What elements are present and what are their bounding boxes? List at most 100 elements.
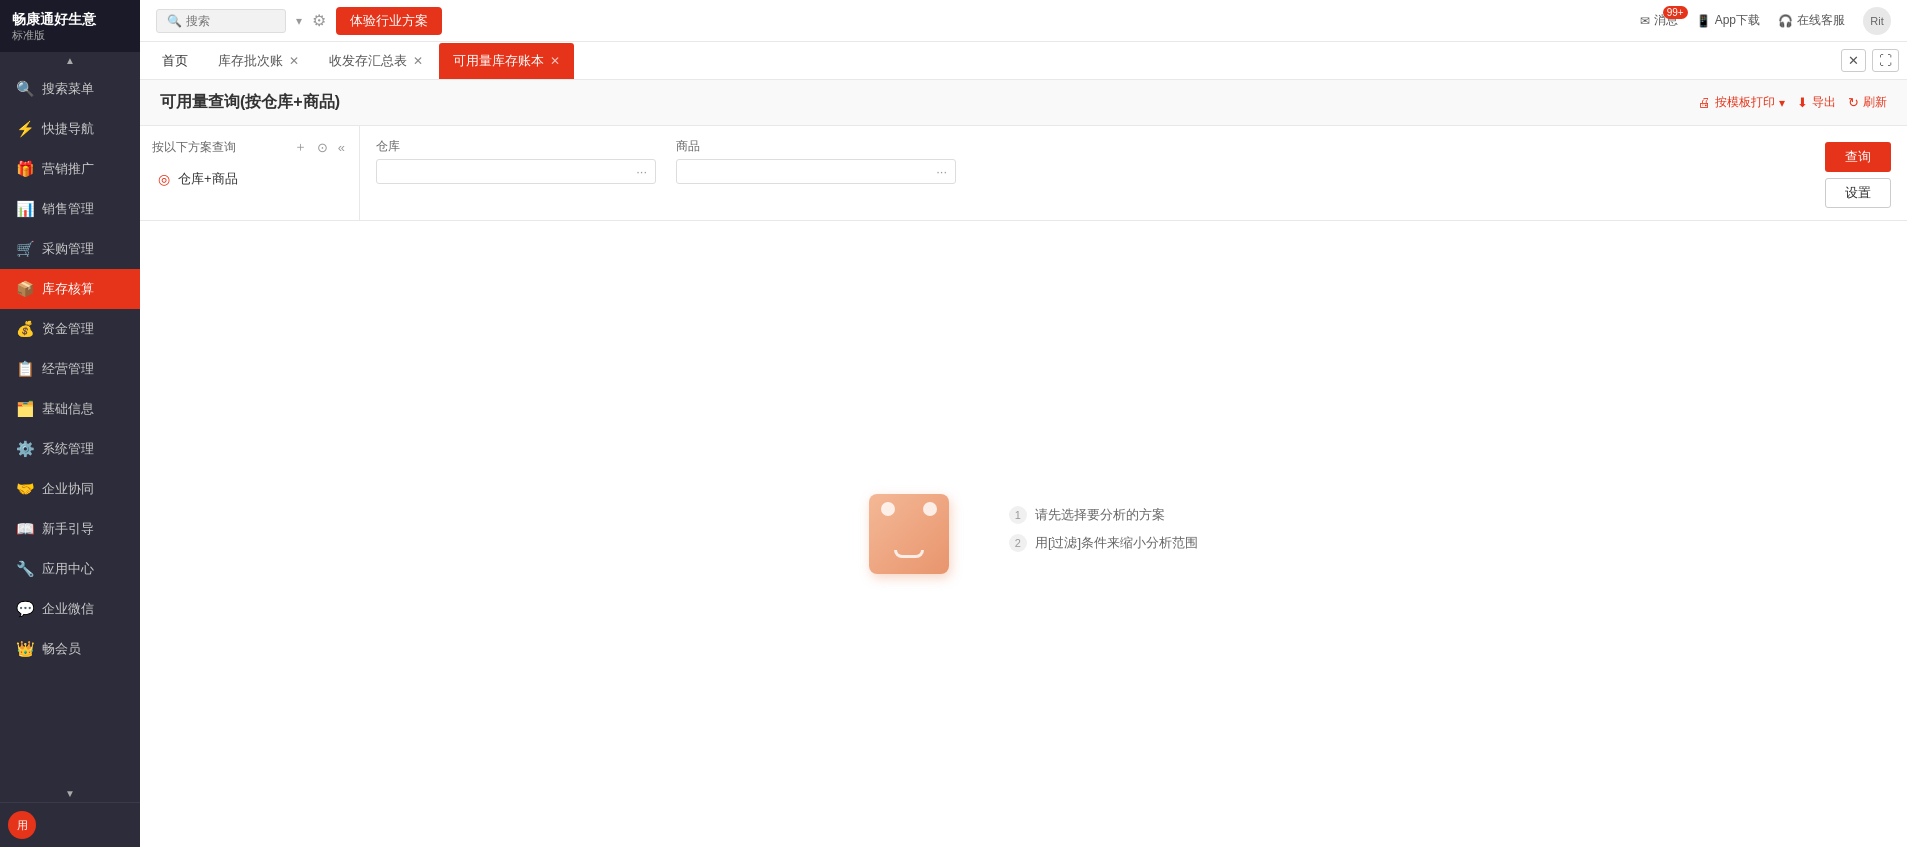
- scheme-item-label: 仓库+商品: [178, 170, 238, 188]
- app-name: 畅康通好生意: [12, 10, 128, 28]
- page-header: 可用量查询(按仓库+商品) 🖨 按模板打印 ▾ ⬇ 导出 ↻ 刷新: [140, 80, 1907, 126]
- tab-home[interactable]: 首页: [148, 43, 202, 79]
- online-service-btn[interactable]: 🎧 在线客服: [1778, 12, 1845, 29]
- hint-num-2: 2: [1009, 534, 1027, 552]
- user-avatar-btn[interactable]: Rit: [1863, 7, 1891, 35]
- export-btn[interactable]: ⬇ 导出: [1797, 94, 1836, 111]
- print-btn[interactable]: 🖨 按模板打印 ▾: [1698, 94, 1785, 111]
- sidebar-scroll-down-btn[interactable]: ▼: [0, 785, 140, 802]
- empty-illustration: [849, 474, 969, 594]
- search-input[interactable]: [186, 14, 275, 28]
- query-action-buttons: 查询 设置: [1825, 138, 1891, 208]
- sidebar-scroll-up-btn[interactable]: ▲: [0, 52, 140, 69]
- sidebar-item-inventory[interactable]: 📦 库存核算: [0, 269, 140, 309]
- sidebar-item-basic-info[interactable]: 🗂️ 基础信息: [0, 389, 140, 429]
- app-version: 标准版: [12, 28, 128, 42]
- robot-mouth: [894, 550, 924, 558]
- empty-hint-2: 2 用[过滤]条件来缩小分析范围: [1009, 534, 1198, 552]
- sidebar-item-enterprise[interactable]: 🤝 企业协同: [0, 469, 140, 509]
- tabs-bar: 首页 库存批次账 ✕ 收发存汇总表 ✕ 可用量库存账本 ✕ ✕ ⛶: [140, 42, 1907, 80]
- print-chevron-icon: ▾: [1779, 96, 1785, 110]
- tab-recv-inventory[interactable]: 收发存汇总表 ✕: [315, 43, 437, 79]
- sidebar-item-marketing[interactable]: 🎁 营销推广: [0, 149, 140, 189]
- warehouse-ellipsis-btn[interactable]: ···: [636, 164, 647, 179]
- sidebar-item-label: 销售管理: [42, 200, 94, 218]
- sidebar-item-label: 系统管理: [42, 440, 94, 458]
- inventory-icon: 📦: [16, 280, 34, 298]
- content-area: 可用量查询(按仓库+商品) 🖨 按模板打印 ▾ ⬇ 导出 ↻ 刷新: [140, 80, 1907, 847]
- goods-field: 商品 ···: [676, 138, 956, 184]
- goods-ellipsis-btn[interactable]: ···: [936, 164, 947, 179]
- goods-input-wrap[interactable]: ···: [676, 159, 956, 184]
- sidebar-item-purchase[interactable]: 🛒 采购管理: [0, 229, 140, 269]
- sidebar-header: 畅康通好生意 标准版: [0, 0, 140, 52]
- warehouse-label: 仓库: [376, 138, 656, 155]
- gear-icon[interactable]: ⚙: [312, 11, 326, 30]
- empty-state: 1 请先选择要分析的方案 2 用[过滤]条件来缩小分析范围: [140, 221, 1907, 847]
- close-tab-btn[interactable]: ✕: [1841, 49, 1866, 72]
- sidebar-item-quick-nav[interactable]: ⚡ 快捷导航: [0, 109, 140, 149]
- marketing-icon: 🎁: [16, 160, 34, 178]
- message-btn[interactable]: ✉ 消息 99+: [1640, 12, 1678, 29]
- goods-input[interactable]: [685, 164, 930, 179]
- query-schemes-header: 按以下方案查询 ＋ ⊙ «: [152, 136, 347, 158]
- scheme-item-warehouse-goods[interactable]: ◎ 仓库+商品: [152, 166, 347, 192]
- sidebar-item-sales[interactable]: 📊 销售管理: [0, 189, 140, 229]
- app-download-btn[interactable]: 📱 App下载: [1696, 12, 1760, 29]
- settings-btn[interactable]: 设置: [1825, 178, 1891, 208]
- system-icon: ⚙️: [16, 440, 34, 458]
- query-section: 按以下方案查询 ＋ ⊙ « ◎ 仓库+商品 仓库: [140, 126, 1907, 221]
- tab-available-qty-label: 可用量库存账本: [453, 52, 544, 70]
- sidebar-item-operations[interactable]: 📋 经营管理: [0, 349, 140, 389]
- sidebar-item-finance[interactable]: 💰 资金管理: [0, 309, 140, 349]
- query-schemes-panel: 按以下方案查询 ＋ ⊙ « ◎ 仓库+商品: [140, 126, 360, 220]
- headset-icon: 🎧: [1778, 14, 1793, 28]
- sidebar-item-label: 快捷导航: [42, 120, 94, 138]
- chevron-down-icon[interactable]: ▾: [296, 14, 302, 28]
- sidebar-bottom: 用: [0, 802, 140, 847]
- tab-batch-account-close[interactable]: ✕: [289, 54, 299, 68]
- export-label: 导出: [1812, 94, 1836, 111]
- scheme-icon: ◎: [158, 171, 170, 187]
- user-avatar[interactable]: 用: [8, 811, 36, 839]
- tab-available-qty-close[interactable]: ✕: [550, 54, 560, 68]
- tab-batch-account[interactable]: 库存批次账 ✕: [204, 43, 313, 79]
- empty-hint-list: 1 请先选择要分析的方案 2 用[过滤]条件来缩小分析范围: [1009, 506, 1198, 562]
- tab-recv-inventory-close[interactable]: ✕: [413, 54, 423, 68]
- warehouse-input-wrap[interactable]: ···: [376, 159, 656, 184]
- sidebar-scroll: 🔍 搜索菜单 ⚡ 快捷导航 🎁 营销推广 📊 销售管理 🛒 采购管理 📦 库存核…: [0, 69, 140, 785]
- industry-btn[interactable]: 体验行业方案: [336, 7, 442, 35]
- refresh-btn[interactable]: ↻ 刷新: [1848, 94, 1887, 111]
- sidebar-item-label: 搜索菜单: [42, 80, 94, 98]
- sidebar-item-label: 经营管理: [42, 360, 94, 378]
- tab-recv-inventory-label: 收发存汇总表: [329, 52, 407, 70]
- sidebar-item-search[interactable]: 🔍 搜索菜单: [0, 69, 140, 109]
- sidebar-item-member[interactable]: 👑 畅会员: [0, 629, 140, 669]
- sidebar-item-wechat[interactable]: 💬 企业微信: [0, 589, 140, 629]
- tabs-right-buttons: ✕ ⛶: [1841, 49, 1899, 72]
- enterprise-icon: 🤝: [16, 480, 34, 498]
- message-icon: ✉: [1640, 14, 1650, 28]
- settings-scheme-btn[interactable]: ⊙: [315, 138, 330, 157]
- topbar-search-wrap[interactable]: 🔍: [156, 9, 286, 33]
- sidebar-item-app-center[interactable]: 🔧 应用中心: [0, 549, 140, 589]
- refresh-icon: ↻: [1848, 95, 1859, 110]
- add-scheme-btn[interactable]: ＋: [292, 136, 309, 158]
- topbar-right: ✉ 消息 99+ 📱 App下载 🎧 在线客服 Rit: [1640, 7, 1891, 35]
- purchase-icon: 🛒: [16, 240, 34, 258]
- maximize-tab-btn[interactable]: ⛶: [1872, 49, 1899, 72]
- query-fields-panel: 仓库 ··· 商品 ··· 查询 设置: [360, 126, 1907, 220]
- sidebar-item-label: 基础信息: [42, 400, 94, 418]
- online-service-label: 在线客服: [1797, 12, 1845, 29]
- hint-num-1: 1: [1009, 506, 1027, 524]
- sidebar-item-label: 新手引导: [42, 520, 94, 538]
- tab-available-qty[interactable]: 可用量库存账本 ✕: [439, 43, 574, 79]
- sidebar-item-system[interactable]: ⚙️ 系统管理: [0, 429, 140, 469]
- sidebar-item-label: 企业协同: [42, 480, 94, 498]
- print-label: 按模板打印: [1715, 94, 1775, 111]
- onboarding-icon: 📖: [16, 520, 34, 538]
- query-btn[interactable]: 查询: [1825, 142, 1891, 172]
- warehouse-input[interactable]: [385, 164, 630, 179]
- sidebar-item-onboarding[interactable]: 📖 新手引导: [0, 509, 140, 549]
- collapse-scheme-btn[interactable]: «: [336, 138, 347, 157]
